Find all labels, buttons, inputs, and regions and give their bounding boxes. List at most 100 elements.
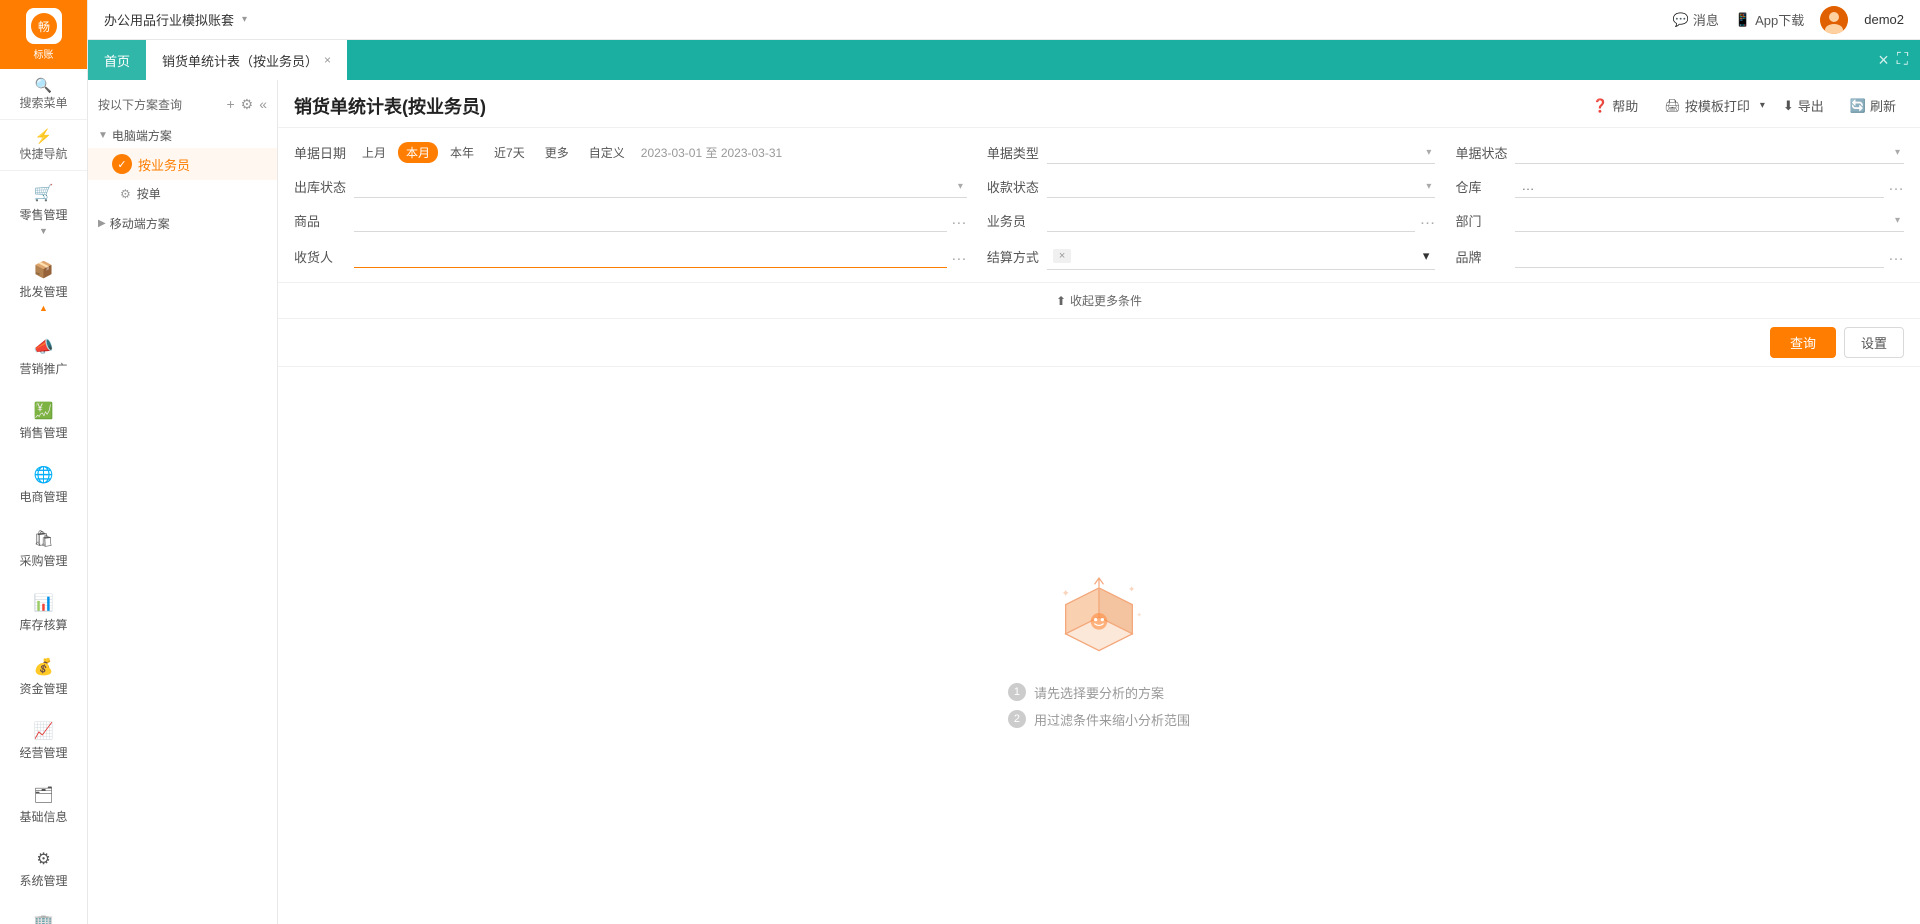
date-btn-custom[interactable]: 自定义 <box>581 142 633 163</box>
search-menu-btn[interactable]: 🔍 搜索菜单 <box>0 69 87 120</box>
date-btn-7days[interactable]: 近7天 <box>486 142 533 163</box>
out-status-input[interactable] <box>354 174 967 198</box>
svg-text:畅: 畅 <box>37 20 49 34</box>
scheme-settings-icon[interactable]: ⚙ <box>241 96 254 113</box>
app-dropdown-arrow[interactable]: ▾ <box>242 14 247 25</box>
warehouse-select-wrapper: … <box>1515 174 1904 198</box>
sidebar-item-basic[interactable]: 🗂 基础信息 <box>0 773 87 837</box>
scheme-item-by-salesperson[interactable]: ✓ 按业务员 <box>88 148 277 180</box>
date-btn-more[interactable]: 更多 <box>537 142 577 163</box>
filter-area: 单据日期 上月 本月 本年 近7天 更多 自定义 2023-03-01 至 20… <box>278 128 1920 283</box>
settings-button[interactable]: 设置 <box>1844 327 1904 358</box>
doc-status-input[interactable] <box>1515 140 1904 164</box>
filter-row-2: 出库状态 ▾ 收款状态 ▾ 仓库 <box>294 174 1904 198</box>
tab-close-action[interactable]: × <box>1878 50 1889 71</box>
sidebar-menu: 🛒 零售管理 ▼ 📦 批发管理 ▲ 📣 营销推广 💹 销售管理 🌐 电商管理 🛍… <box>0 171 87 924</box>
scheme-header-icons: + ⚙ « <box>226 96 267 113</box>
sidebar-item-marketing[interactable]: 📣 营销推广 <box>0 325 87 389</box>
download-icon: 📱 <box>1735 12 1751 28</box>
content-panel: 销货单统计表(按业务员) ❓ 帮助 🖨 按模板打印 ▾ ⬇ <box>278 80 1920 924</box>
sidebar-item-system[interactable]: ⚙ 系统管理 <box>0 837 87 901</box>
sidebar-item-operations[interactable]: 📈 经营管理 <box>0 709 87 773</box>
filter-item-doc-type: 单据类型 ▾ <box>987 140 1436 164</box>
brand-input[interactable] <box>1515 244 1884 268</box>
scheme-add-icon[interactable]: + <box>226 96 234 113</box>
print-icon: 🖨 <box>1664 98 1681 114</box>
sidebar-item-enterprise[interactable]: 🏢 企业协同 <box>0 901 87 924</box>
scheme-item-active-icon: ✓ <box>112 154 132 174</box>
sidebar-item-wholesale[interactable]: 📦 批发管理 ▲ <box>0 248 87 325</box>
date-btn-last-month[interactable]: 上月 <box>354 142 394 163</box>
department-input[interactable] <box>1515 208 1904 232</box>
empty-tips: 1 请先选择要分析的方案 2 用过滤条件来缩小分析范围 <box>1008 683 1190 729</box>
date-btn-this-year[interactable]: 本年 <box>442 142 482 163</box>
sidebar-item-ecommerce[interactable]: 🌐 电商管理 <box>0 453 87 517</box>
sidebar-item-purchase[interactable]: 🛍 采购管理 <box>0 517 87 581</box>
print-dropdown-arrow[interactable]: ▾ <box>1760 100 1765 111</box>
scheme-collapse-icon[interactable]: « <box>259 96 267 113</box>
collapse-icon: ⬆ <box>1056 294 1066 308</box>
header-right: 💬 消息 📱 App下载 demo2 <box>1673 6 1904 34</box>
date-range: 2023-03-01 至 2023-03-31 <box>641 144 782 161</box>
warehouse-dots[interactable]: … <box>1888 177 1904 195</box>
query-button[interactable]: 查询 <box>1770 327 1836 358</box>
product-input[interactable] <box>354 208 947 232</box>
tab-bar: 首页 销货单统计表（按业务员） × × ⛶ <box>88 40 1920 80</box>
filter-item-doc-status: 单据状态 ▾ <box>1455 140 1904 164</box>
salesperson-select-wrapper: … <box>1047 208 1436 232</box>
empty-tip-2: 2 用过滤条件来缩小分析范围 <box>1008 710 1190 729</box>
collapse-btn[interactable]: ⬆ 收起更多条件 <box>1044 289 1154 312</box>
logo-text: 标账 <box>34 46 54 61</box>
brand-dots[interactable]: … <box>1888 247 1904 265</box>
out-status-label: 出库状态 <box>294 177 354 196</box>
app-download-btn[interactable]: 📱 App下载 <box>1735 10 1804 29</box>
page-title-bar: 销货单统计表(按业务员) ❓ 帮助 🖨 按模板打印 ▾ ⬇ <box>278 80 1920 128</box>
settlement-dropdown-arrow[interactable]: ▾ <box>1423 248 1430 264</box>
filter-item-out-status: 出库状态 ▾ <box>294 174 967 198</box>
sidebar-item-inventory[interactable]: 📊 库存核算 <box>0 581 87 645</box>
doc-type-select-wrapper: ▾ <box>1047 140 1436 164</box>
avatar[interactable] <box>1820 6 1848 34</box>
brand-select-wrapper: … <box>1515 244 1904 268</box>
scheme-sub-item-by-doc[interactable]: ⚙ 按单 <box>88 180 277 207</box>
settlement-tag-close[interactable]: × <box>1059 250 1065 262</box>
tab-current[interactable]: 销货单统计表（按业务员） × <box>146 40 347 80</box>
tab-home[interactable]: 首页 <box>88 40 146 80</box>
mobile-scheme-group[interactable]: ▶ 移动端方案 <box>88 211 277 236</box>
product-dots[interactable]: … <box>951 211 967 229</box>
logo-icon: 畅 <box>26 8 62 44</box>
pc-scheme-group[interactable]: ▼ 电脑端方案 <box>88 123 277 148</box>
receiver-dots[interactable]: … <box>951 247 967 265</box>
product-select-wrapper: … <box>354 208 967 232</box>
sidebar-item-sales[interactable]: 💹 销售管理 <box>0 389 87 453</box>
date-btn-this-month[interactable]: 本月 <box>398 142 438 163</box>
collapse-bar: ⬆ 收起更多条件 <box>278 283 1920 319</box>
salesperson-dots[interactable]: … <box>1419 211 1435 229</box>
help-btn[interactable]: ❓ 帮助 <box>1584 92 1646 119</box>
export-btn[interactable]: ⬇ 导出 <box>1775 92 1832 119</box>
receiver-select-wrapper: … <box>354 244 967 268</box>
quick-nav-btn[interactable]: ⚡ 快捷导航 <box>0 120 87 171</box>
sidebar-item-retail[interactable]: 🛒 零售管理 ▼ <box>0 171 87 248</box>
warehouse-input[interactable] <box>1515 174 1884 198</box>
refresh-btn[interactable]: 🔄 刷新 <box>1842 92 1904 119</box>
sidebar-item-finance[interactable]: 💰 资金管理 <box>0 645 87 709</box>
date-label: 单据日期 <box>294 143 354 162</box>
doc-type-input[interactable] <box>1047 140 1436 164</box>
tab-close-btn[interactable]: × <box>324 53 331 67</box>
receiver-input[interactable] <box>354 244 947 268</box>
message-btn[interactable]: 💬 消息 <box>1673 10 1719 29</box>
payment-status-input[interactable] <box>1047 174 1436 198</box>
pc-scheme-arrow: ▼ <box>98 130 108 141</box>
doc-type-label: 单据类型 <box>987 143 1047 162</box>
main-area: 办公用品行业模拟账套 ▾ 💬 消息 📱 App下载 demo2 <box>88 0 1920 924</box>
salesperson-input[interactable] <box>1047 208 1416 232</box>
filter-item-brand: 品牌 … <box>1455 244 1904 268</box>
product-label: 商品 <box>294 211 354 230</box>
filter-item-warehouse: 仓库 … <box>1455 174 1904 198</box>
filter-item-payment-status: 收款状态 ▾ <box>987 174 1436 198</box>
brand-label: 品牌 <box>1455 247 1515 266</box>
print-btn[interactable]: 🖨 按模板打印 <box>1656 92 1758 119</box>
tab-maximize-action[interactable]: ⛶ <box>1897 51 1908 69</box>
page-content: 按以下方案查询 + ⚙ « ▼ 电脑端方案 ✓ 按业务员 ⚙ 按 <box>88 80 1920 924</box>
